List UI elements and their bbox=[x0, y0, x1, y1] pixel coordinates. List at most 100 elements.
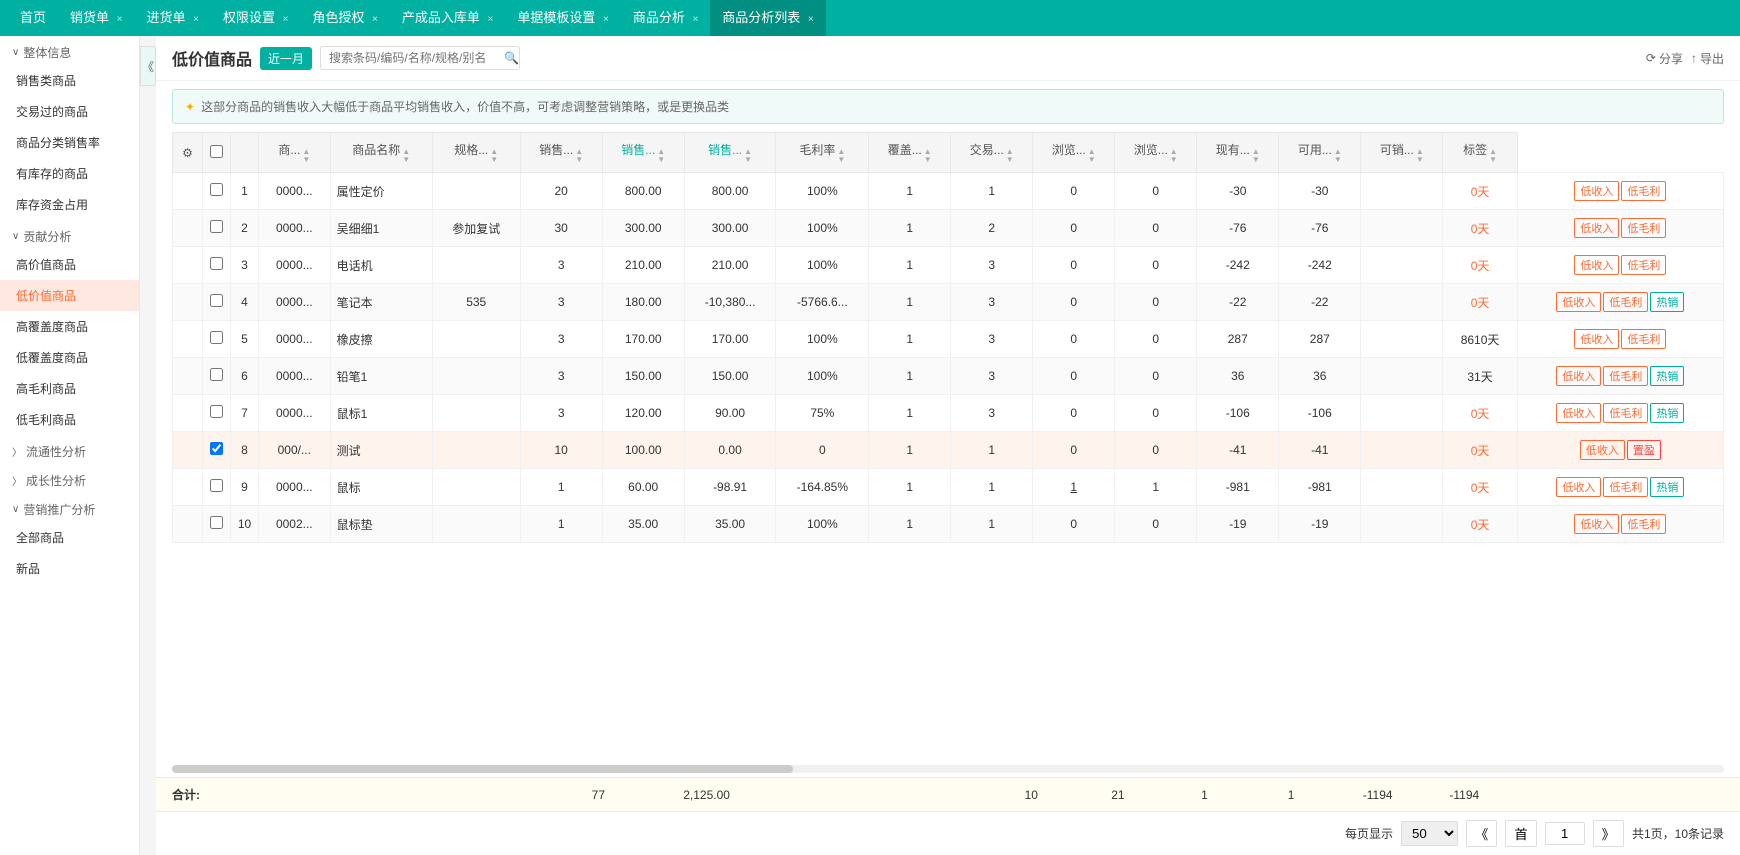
horizontal-scrollbar[interactable] bbox=[172, 765, 1724, 773]
nav-product-analysis[interactable]: 商品分析 × bbox=[621, 0, 710, 36]
row-checkbox[interactable] bbox=[210, 405, 223, 418]
td-checkbox[interactable] bbox=[203, 395, 231, 432]
close-icon[interactable]: × bbox=[488, 14, 494, 25]
sidebar-item-new-products[interactable]: 新品 bbox=[0, 553, 139, 584]
sidebar-item-stock-products[interactable]: 有库存的商品 bbox=[0, 158, 139, 189]
th-sale3[interactable]: 销售...▲▼ bbox=[684, 133, 776, 173]
td-view1[interactable]: 0 bbox=[1033, 358, 1115, 395]
th-sale1[interactable]: 销售...▲▼ bbox=[520, 133, 602, 173]
td-view1[interactable]: 0 bbox=[1033, 173, 1115, 210]
close-icon[interactable]: × bbox=[193, 14, 199, 25]
export-button[interactable]: ↑ 导出 bbox=[1691, 50, 1724, 67]
nav-purchase[interactable]: 进货单 × bbox=[134, 0, 210, 36]
nav-template[interactable]: 单据模板设置 × bbox=[505, 0, 620, 36]
sidebar-item-high-margin[interactable]: 高毛利商品 bbox=[0, 373, 139, 404]
row-checkbox[interactable] bbox=[210, 294, 223, 307]
td-checkbox[interactable] bbox=[203, 358, 231, 395]
nav-home[interactable]: 首页 bbox=[8, 0, 58, 36]
close-icon[interactable]: × bbox=[692, 14, 698, 25]
th-sale2[interactable]: 销售...▲▼ bbox=[602, 133, 684, 173]
td-qty: 30 bbox=[520, 210, 602, 247]
row-checkbox[interactable] bbox=[210, 479, 223, 492]
view-link[interactable]: 1 bbox=[1070, 480, 1077, 494]
td-view1[interactable]: 0 bbox=[1033, 432, 1115, 469]
sidebar-item-stock-capital[interactable]: 库存资金占用 bbox=[0, 189, 139, 220]
sidebar-item-low-coverage[interactable]: 低覆盖度商品 bbox=[0, 342, 139, 373]
close-icon[interactable]: × bbox=[808, 14, 814, 25]
td-view1[interactable]: 0 bbox=[1033, 506, 1115, 543]
td-checkbox[interactable] bbox=[203, 210, 231, 247]
th-margin[interactable]: 毛利率▲▼ bbox=[776, 133, 869, 173]
th-gear[interactable]: ⚙ bbox=[173, 133, 203, 173]
sidebar-item-category-rate[interactable]: 商品分类销售率 bbox=[0, 127, 139, 158]
sidebar-item-low-margin[interactable]: 低毛利商品 bbox=[0, 404, 139, 435]
sidebar-group-title-flow[interactable]: 〉流通性分析 bbox=[0, 435, 139, 464]
row-checkbox[interactable] bbox=[210, 257, 223, 270]
td-view1[interactable]: 0 bbox=[1033, 321, 1115, 358]
th-tags[interactable]: 标签▲▼ bbox=[1443, 133, 1517, 173]
search-input[interactable] bbox=[320, 46, 520, 70]
sidebar-group-title-contribution[interactable]: ∨贡献分析 bbox=[0, 220, 139, 249]
th-spec[interactable]: 规格...▲▼ bbox=[432, 133, 520, 173]
td-checkbox[interactable] bbox=[203, 173, 231, 210]
row-checkbox[interactable] bbox=[210, 183, 223, 196]
filter-button[interactable]: 近一月 bbox=[260, 47, 312, 70]
td-view1[interactable]: 0 bbox=[1033, 395, 1115, 432]
scrollbar-thumb[interactable] bbox=[172, 765, 793, 773]
sidebar-item-all-products[interactable]: 全部商品 bbox=[0, 522, 139, 553]
search-icon[interactable]: 🔍 bbox=[504, 51, 519, 65]
td-view1[interactable]: 0 bbox=[1033, 210, 1115, 247]
sidebar-collapse-button[interactable]: 《 bbox=[140, 46, 156, 86]
sidebar-group-title-marketing[interactable]: ∨营销推广分析 bbox=[0, 493, 139, 522]
th-checkbox[interactable] bbox=[203, 133, 231, 173]
td-checkbox[interactable] bbox=[203, 506, 231, 543]
nav-sales[interactable]: 销货单 × bbox=[58, 0, 134, 36]
close-icon[interactable]: × bbox=[117, 14, 123, 25]
page-number-input[interactable] bbox=[1545, 822, 1585, 845]
sidebar-item-high-coverage[interactable]: 高覆盖度商品 bbox=[0, 311, 139, 342]
next-page-button[interactable]: 》 bbox=[1593, 820, 1624, 847]
close-icon[interactable]: × bbox=[283, 14, 289, 25]
first-page-button[interactable]: 《 bbox=[1466, 820, 1497, 847]
sidebar-group-title-growth[interactable]: 〉成长性分析 bbox=[0, 464, 139, 493]
row-checkbox[interactable] bbox=[210, 220, 223, 233]
th-sellable[interactable]: 可销...▲▼ bbox=[1361, 133, 1443, 173]
td-view1[interactable]: 1 bbox=[1033, 469, 1115, 506]
share-button[interactable]: ⟳ 分享 bbox=[1646, 50, 1683, 67]
prev-page-button[interactable]: 首 bbox=[1505, 820, 1536, 847]
td-sellable bbox=[1361, 469, 1443, 506]
row-checkbox[interactable] bbox=[210, 442, 223, 455]
close-icon[interactable]: × bbox=[603, 14, 609, 25]
sidebar-item-low-value[interactable]: 低价值商品 bbox=[0, 280, 139, 311]
th-name[interactable]: 商品名称▲▼ bbox=[330, 133, 432, 173]
close-icon[interactable]: × bbox=[372, 14, 378, 25]
row-checkbox[interactable] bbox=[210, 516, 223, 529]
td-sale3: 100% bbox=[776, 210, 869, 247]
td-checkbox[interactable] bbox=[203, 284, 231, 321]
per-page-select[interactable]: 50 100 200 bbox=[1401, 821, 1458, 846]
sidebar-item-high-value[interactable]: 高价值商品 bbox=[0, 249, 139, 280]
td-checkbox[interactable] bbox=[203, 247, 231, 284]
th-stock[interactable]: 现有...▲▼ bbox=[1197, 133, 1279, 173]
td-checkbox[interactable] bbox=[203, 432, 231, 469]
select-all-checkbox[interactable] bbox=[210, 145, 223, 158]
th-view1[interactable]: 浏览...▲▼ bbox=[1033, 133, 1115, 173]
th-view2[interactable]: 浏览...▲▼ bbox=[1115, 133, 1197, 173]
th-avail[interactable]: 可用...▲▼ bbox=[1279, 133, 1361, 173]
td-checkbox[interactable] bbox=[203, 469, 231, 506]
th-trade[interactable]: 交易...▲▼ bbox=[951, 133, 1033, 173]
sidebar-group-title-overview[interactable]: ∨整体信息 bbox=[0, 36, 139, 65]
td-view1[interactable]: 0 bbox=[1033, 284, 1115, 321]
th-coverage[interactable]: 覆盖...▲▼ bbox=[869, 133, 951, 173]
nav-roles[interactable]: 角色授权 × bbox=[300, 0, 389, 36]
sidebar-item-sales-products[interactable]: 销售类商品 bbox=[0, 65, 139, 96]
row-checkbox[interactable] bbox=[210, 368, 223, 381]
sidebar-item-traded[interactable]: 交易过的商品 bbox=[0, 96, 139, 127]
th-code[interactable]: 商...▲▼ bbox=[259, 133, 331, 173]
nav-permissions[interactable]: 权限设置 × bbox=[211, 0, 300, 36]
td-checkbox[interactable] bbox=[203, 321, 231, 358]
nav-products-in[interactable]: 产成品入库单 × bbox=[390, 0, 505, 36]
td-view1[interactable]: 0 bbox=[1033, 247, 1115, 284]
nav-product-analysis-list[interactable]: 商品分析列表 × bbox=[710, 0, 825, 36]
row-checkbox[interactable] bbox=[210, 331, 223, 344]
